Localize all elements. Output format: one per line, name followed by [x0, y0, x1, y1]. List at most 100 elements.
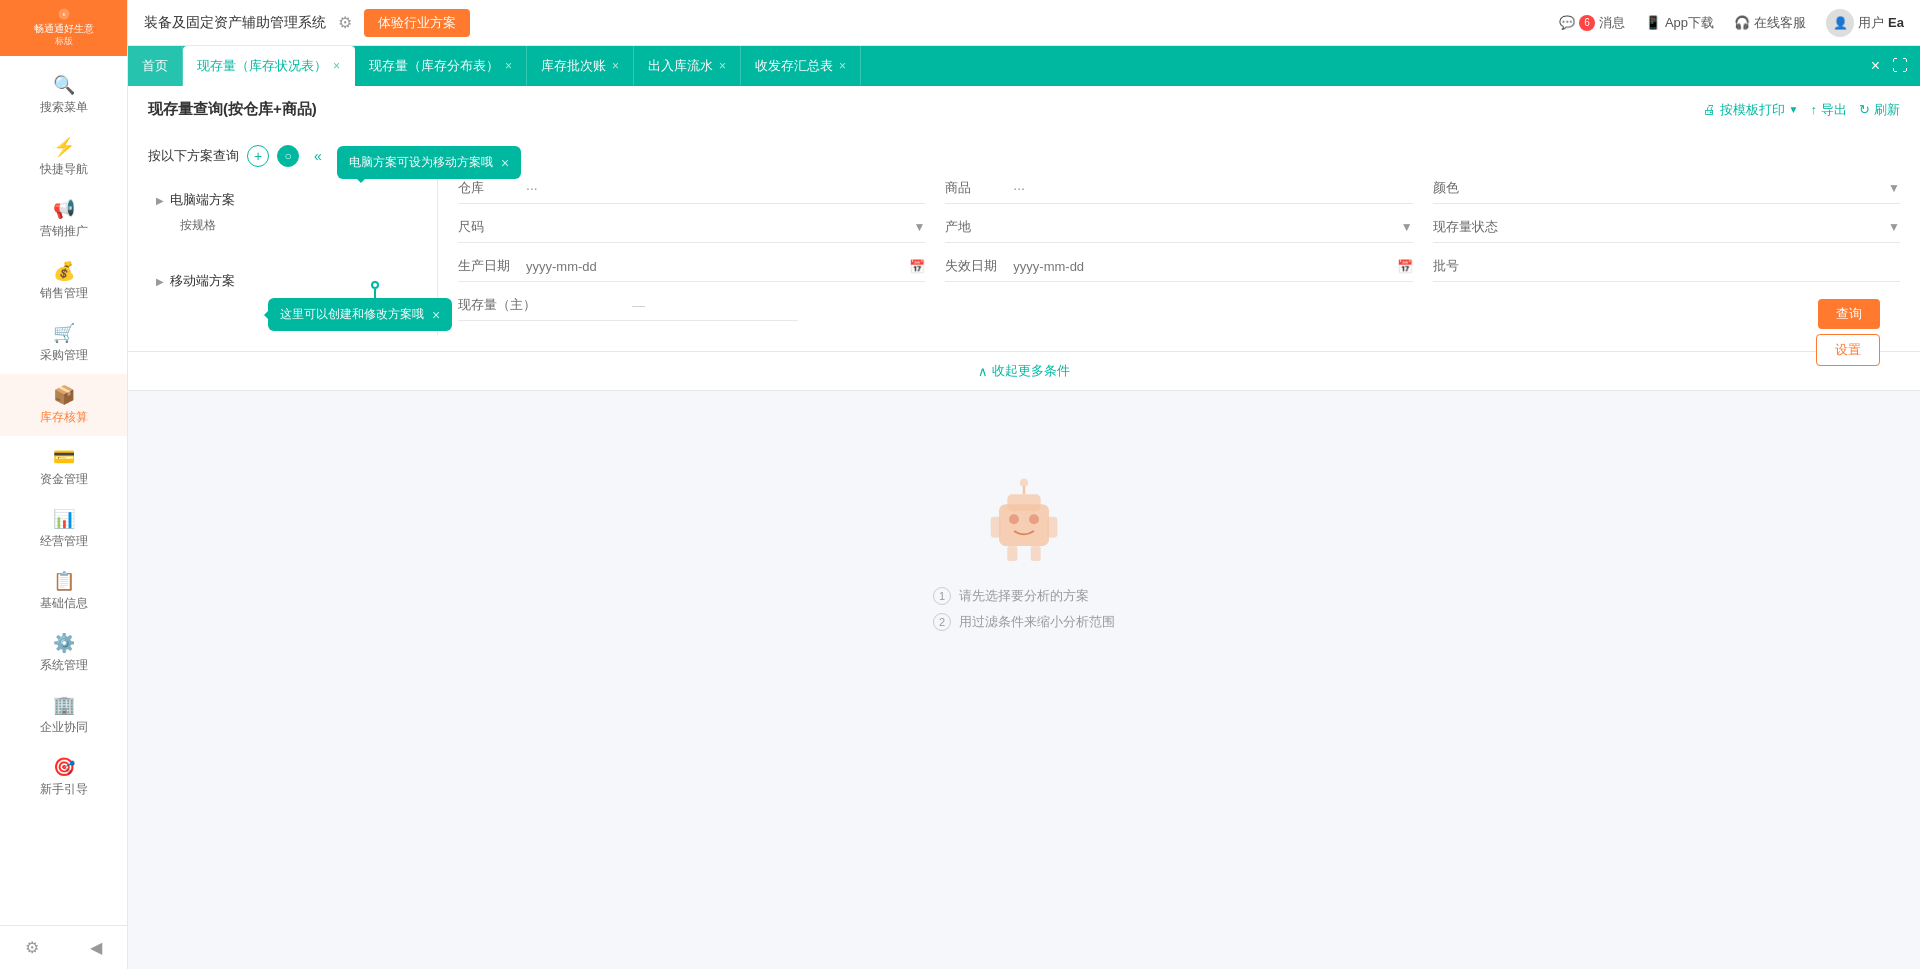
- tab-in-out-flow[interactable]: 出入库流水 ×: [634, 46, 741, 86]
- inventory-main-min-input[interactable]: [544, 298, 624, 313]
- print-dropdown-icon: ▼: [1789, 104, 1799, 115]
- desktop-scheme-item[interactable]: ▶ 电脑端方案: [148, 187, 437, 213]
- tab-inventory-dist[interactable]: 现存量（库存分布表） ×: [355, 46, 527, 86]
- export-btn[interactable]: ↑ 导出: [1811, 101, 1848, 119]
- color-field: 颜色 ▼: [1433, 179, 1900, 204]
- industry-btn[interactable]: 体验行业方案: [364, 9, 470, 37]
- tab-close-inventory-dist[interactable]: ×: [505, 59, 512, 73]
- message-label: 消息: [1599, 14, 1625, 32]
- support-icon: 🎧: [1734, 15, 1750, 30]
- page-title: 现存量查询(按仓库+商品): [148, 100, 317, 119]
- production-date-input[interactable]: [526, 259, 901, 274]
- sidebar-item-label: 营销推广: [40, 223, 88, 240]
- settings-bottom-btn[interactable]: ⚙: [25, 938, 39, 957]
- scheme-sub-items: 按规格: [148, 213, 437, 238]
- mobile-scheme-label: 移动端方案: [170, 272, 235, 290]
- sidebar-item-system[interactable]: ⚙️ 系统管理: [0, 622, 127, 684]
- size-input[interactable]: [526, 220, 905, 235]
- online-support-label: 在线客服: [1754, 14, 1806, 32]
- print-template-btn[interactable]: 🖨 按模板打印 ▼: [1703, 101, 1799, 119]
- size-dropdown-icon[interactable]: ▼: [913, 220, 925, 234]
- header-left: 装备及固定资产辅助管理系统 ⚙ 体验行业方案: [144, 9, 470, 37]
- svg-rect-3: [1007, 494, 1040, 511]
- production-date-calendar-icon[interactable]: 📅: [909, 259, 925, 274]
- reset-btn[interactable]: 设置: [1816, 334, 1880, 366]
- online-support-btn[interactable]: 🎧 在线客服: [1734, 14, 1806, 32]
- filter-row1: 仓库 ··· 商品 ··· 颜色 ▼: [438, 179, 1900, 204]
- batch-no-input[interactable]: [1501, 259, 1900, 274]
- sidebar-item-marketing[interactable]: 📢 营销推广: [0, 188, 127, 250]
- warehouse-input[interactable]: [546, 181, 926, 196]
- query-body: ▶ 电脑端方案 按规格 这里可以创建和修改方案哦: [148, 179, 1900, 335]
- tab-batch-ledger[interactable]: 库存批次账 ×: [527, 46, 634, 86]
- filter-add-btn[interactable]: +: [247, 145, 269, 167]
- tooltip1-close[interactable]: ×: [501, 155, 509, 171]
- origin-label: 产地: [945, 218, 1005, 236]
- tab-home[interactable]: 首页: [128, 46, 183, 86]
- warehouse-more-icon[interactable]: ···: [526, 180, 538, 196]
- origin-input[interactable]: [1013, 220, 1392, 235]
- header-gear-icon[interactable]: ⚙: [338, 13, 352, 32]
- tab-bar-right: × ⛶: [1867, 53, 1920, 79]
- color-dropdown-icon[interactable]: ▼: [1888, 181, 1900, 195]
- sidebar-item-inventory[interactable]: 📦 库存核算: [0, 374, 127, 436]
- origin-field: 产地 ▼: [945, 218, 1412, 243]
- expiry-date-input[interactable]: [1013, 259, 1388, 274]
- filter-circle-btn[interactable]: ○: [277, 145, 299, 167]
- sidebar-item-basic-info[interactable]: 📋 基础信息: [0, 560, 127, 622]
- product-more-icon[interactable]: ···: [1013, 180, 1025, 196]
- filter-fields-panel: 仓库 ··· 商品 ··· 颜色 ▼: [438, 179, 1900, 335]
- sidebar-item-operations[interactable]: 📊 经营管理: [0, 498, 127, 560]
- tab-close-receive-summary[interactable]: ×: [839, 59, 846, 73]
- collapse-sidebar-btn[interactable]: ◀: [90, 938, 102, 957]
- app-download-label: App下载: [1665, 14, 1714, 32]
- app-download-btn[interactable]: 📱 App下载: [1645, 14, 1714, 32]
- sidebar-item-finance[interactable]: 💳 资金管理: [0, 436, 127, 498]
- tab-batch-ledger-label: 库存批次账: [541, 57, 606, 75]
- filter-back-btn[interactable]: «: [307, 145, 329, 167]
- collapse-btn[interactable]: ∧ 收起更多条件: [128, 352, 1920, 391]
- app-logo-icon: 6: [48, 8, 80, 20]
- mobile-scheme-item[interactable]: ▶ 移动端方案: [148, 268, 437, 294]
- sidebar-item-search-menu[interactable]: 🔍 搜索菜单: [0, 64, 127, 126]
- tip-num-2: 2: [933, 613, 951, 631]
- product-input[interactable]: [1033, 181, 1413, 196]
- refresh-btn[interactable]: ↻ 刷新: [1859, 101, 1900, 119]
- tooltip1: 电脑方案可设为移动方案哦 ×: [337, 146, 521, 179]
- empty-state: 1 请先选择要分析的方案 2 用过滤条件来缩小分析范围: [128, 391, 1920, 711]
- sidebar-item-sales[interactable]: 💰 销售管理: [0, 250, 127, 312]
- product-label: 商品: [945, 179, 1005, 197]
- marketing-icon: 📢: [53, 198, 75, 220]
- svg-rect-9: [1031, 546, 1041, 561]
- warehouse-field: 仓库 ···: [458, 179, 925, 204]
- tab-close-batch-ledger[interactable]: ×: [612, 59, 619, 73]
- tooltip2-close[interactable]: ×: [432, 307, 440, 323]
- inventory-main-max-input[interactable]: [653, 298, 733, 313]
- sidebar-item-quick-nav[interactable]: ⚡ 快捷导航: [0, 126, 127, 188]
- tab-close-in-out-flow[interactable]: ×: [719, 59, 726, 73]
- expiry-date-calendar-icon[interactable]: 📅: [1397, 259, 1413, 274]
- tab-close-inventory-status[interactable]: ×: [333, 59, 340, 73]
- scheme-sub-item-spec[interactable]: 按规格: [172, 213, 437, 238]
- message-btn[interactable]: 💬 6 消息: [1559, 14, 1625, 32]
- tab-inventory-status[interactable]: 现存量（库存状况表） ×: [183, 46, 355, 86]
- tab-receive-summary-label: 收发存汇总表: [755, 57, 833, 75]
- tab-close-all-icon[interactable]: ×: [1867, 53, 1884, 79]
- user-label: 用户: [1858, 14, 1884, 32]
- size-label: 尺码: [458, 218, 518, 236]
- color-input[interactable]: [1501, 181, 1880, 196]
- query-btn[interactable]: 查询: [1818, 299, 1880, 329]
- sidebar-item-guide[interactable]: 🎯 新手引导: [0, 746, 127, 808]
- tab-expand-icon[interactable]: ⛶: [1888, 53, 1912, 79]
- user-avatar-text: Ea: [1888, 15, 1904, 30]
- inventory-status-input[interactable]: [1506, 220, 1880, 235]
- sidebar-nav: 🔍 搜索菜单 ⚡ 快捷导航 📢 营销推广 💰 销售管理 🛒 采购管理 📦 库存核…: [0, 56, 127, 925]
- user-menu-btn[interactable]: 👤 用户 Ea: [1826, 9, 1904, 37]
- inventory-status-dropdown-icon[interactable]: ▼: [1888, 220, 1900, 234]
- tab-in-out-flow-label: 出入库流水: [648, 57, 713, 75]
- sidebar-item-enterprise[interactable]: 🏢 企业协同: [0, 684, 127, 746]
- sidebar-item-purchase[interactable]: 🛒 采购管理: [0, 312, 127, 374]
- tab-receive-summary[interactable]: 收发存汇总表 ×: [741, 46, 861, 86]
- origin-dropdown-icon[interactable]: ▼: [1401, 220, 1413, 234]
- message-badge: 6: [1579, 15, 1595, 31]
